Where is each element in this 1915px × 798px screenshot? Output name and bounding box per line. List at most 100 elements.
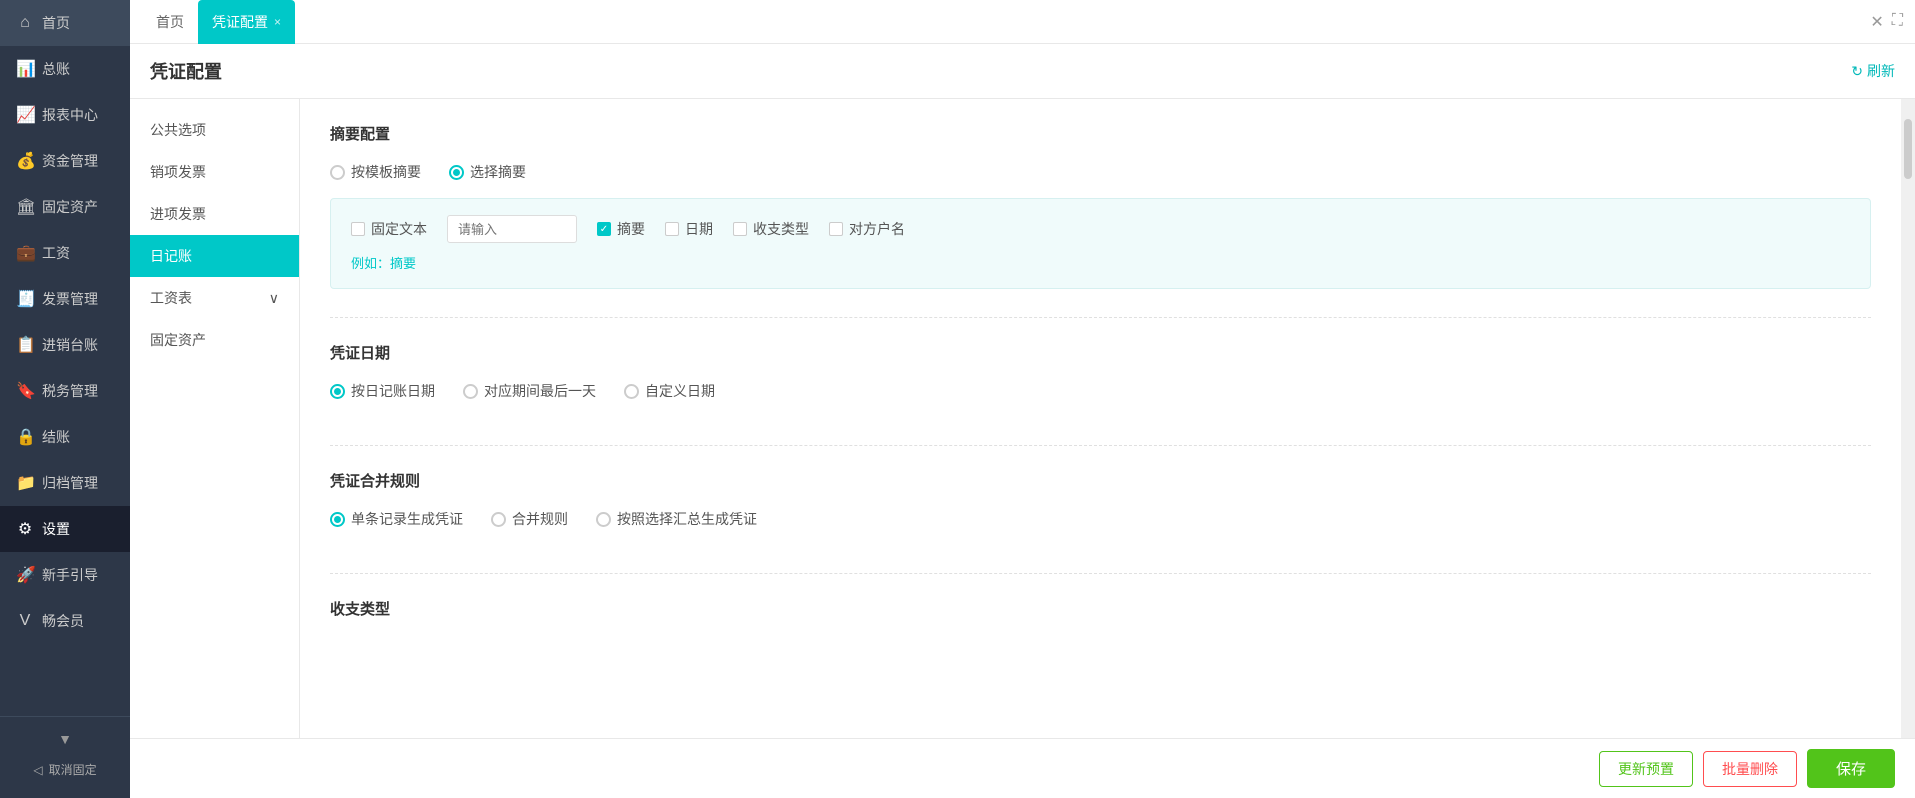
batch-delete-button[interactable]: 批量删除	[1703, 751, 1797, 787]
sidebar-item-salary[interactable]: 💼 工资	[0, 230, 130, 276]
custom-date-circle	[624, 384, 639, 399]
sidebar-label-closing: 结账	[42, 427, 70, 447]
sidebar-bottom: ▼ ◁ 取消固定	[0, 716, 130, 798]
assets-icon: 🏛	[16, 197, 34, 217]
tab-close-voucher-config[interactable]: ×	[274, 15, 281, 29]
salary-icon: 💼	[16, 243, 34, 263]
vip-icon: V	[16, 612, 34, 630]
update-preview-button[interactable]: 更新预置	[1599, 751, 1693, 787]
single-record-radio[interactable]: 单条记录生成凭证	[330, 509, 463, 529]
refresh-button[interactable]: ↻ 刷新	[1851, 61, 1895, 81]
left-nav-item-payroll[interactable]: 工资表∨	[130, 277, 299, 319]
single-record-circle	[330, 512, 345, 527]
fixed-text-box	[351, 222, 365, 236]
template-radio-circle	[330, 165, 345, 180]
sidebar-scroll-down[interactable]: ▼	[0, 727, 130, 751]
tab-home[interactable]: 首页	[142, 0, 198, 44]
income-type-checkbox[interactable]: 收支类型	[733, 219, 809, 239]
left-nav: 公共选项销项发票进项发票日记账工资表∨ 固定资产	[130, 99, 300, 738]
left-nav-label-journal: 日记账	[150, 246, 192, 266]
summary-radio-select[interactable]: 选择摘要	[449, 162, 526, 182]
counterpart-checkbox-label: 对方户名	[849, 219, 905, 239]
sidebar-item-closing[interactable]: 🔒 结账	[0, 414, 130, 460]
unpin-button[interactable]: ◁ 取消固定	[0, 751, 130, 788]
summary-section: 摘要配置 按模板摘要 选择摘要	[330, 123, 1871, 318]
sidebar-item-vip[interactable]: V 畅会员	[0, 598, 130, 644]
tab-label-voucher-config: 凭证配置	[212, 12, 268, 32]
left-nav-label-fixed-assets: 固定资产	[150, 330, 206, 350]
income-type-section-title: 收支类型	[330, 598, 1871, 619]
reports-icon: 📈	[16, 105, 34, 125]
left-nav-label-payroll: 工资表	[150, 288, 192, 308]
sidebar-item-invoice[interactable]: 🧾 发票管理	[0, 276, 130, 322]
merge-rule-label: 合并规则	[512, 509, 568, 529]
fixed-text-label: 固定文本	[371, 219, 427, 239]
left-nav-label-public: 公共选项	[150, 120, 206, 140]
guide-icon: 🚀	[16, 565, 34, 585]
template-radio-label: 按模板摘要	[351, 162, 421, 182]
refresh-icon: ↻	[1851, 63, 1863, 80]
summary-checkbox-label: 摘要	[617, 219, 645, 239]
tab-bar: 首页凭证配置 × ✕ ⛶	[130, 0, 1915, 44]
journal-date-label: 按日记账日期	[351, 381, 435, 401]
sidebar-label-archive: 归档管理	[42, 473, 98, 493]
sidebar-item-home[interactable]: ⌂ 首页	[0, 0, 130, 46]
select-radio-label: 选择摘要	[470, 162, 526, 182]
sidebar-item-guide[interactable]: 🚀 新手引导	[0, 552, 130, 598]
sidebar-item-settings[interactable]: ⚙ 设置	[0, 506, 130, 552]
counterpart-checkbox[interactable]: 对方户名	[829, 219, 905, 239]
scrollbar-track[interactable]	[1901, 99, 1915, 738]
scrollbar-thumb[interactable]	[1904, 119, 1912, 179]
save-button[interactable]: 保存	[1807, 749, 1895, 788]
merge-rule-radio[interactable]: 合并规则	[491, 509, 568, 529]
income-type-box	[733, 222, 747, 236]
main-area: 首页凭证配置 × ✕ ⛶ 凭证配置 ↻ 刷新 公共选项销项发票进项发票日记账工资表…	[130, 0, 1915, 798]
summary-radio-group: 按模板摘要 选择摘要	[330, 162, 1871, 182]
funds-icon: 💰	[16, 151, 34, 171]
sidebar-item-reports[interactable]: 📈 报表中心	[0, 92, 130, 138]
journal-date-radio[interactable]: 按日记账日期	[330, 381, 435, 401]
left-nav-item-purchase-invoice[interactable]: 进项发票	[130, 193, 299, 235]
summary-radio-template[interactable]: 按模板摘要	[330, 162, 421, 182]
tax-icon: 🔖	[16, 381, 34, 401]
last-day-radio[interactable]: 对应期间最后一天	[463, 381, 596, 401]
sidebar-item-tax[interactable]: 🔖 税务管理	[0, 368, 130, 414]
sidebar-item-ledger[interactable]: 📊 总账	[0, 46, 130, 92]
single-record-label: 单条记录生成凭证	[351, 509, 463, 529]
left-nav-label-sales-invoice: 销项发票	[150, 162, 206, 182]
date-checkbox[interactable]: 日期	[665, 219, 713, 239]
left-nav-item-public[interactable]: 公共选项	[130, 109, 299, 151]
summary-preview: 例如：摘要	[351, 253, 1850, 272]
body-layout: 公共选项销项发票进项发票日记账工资表∨ 固定资产 摘要配置 按模板摘要 选择摘要	[130, 99, 1915, 738]
summary-checkbox[interactable]: ✓ 摘要	[597, 219, 645, 239]
tab-voucher-config[interactable]: 凭证配置 ×	[198, 0, 295, 44]
left-nav-item-journal[interactable]: 日记账	[130, 235, 299, 277]
close-window-icon[interactable]: ✕	[1870, 12, 1883, 32]
fixed-text-checkbox[interactable]: 固定文本	[351, 219, 427, 239]
counterpart-box	[829, 222, 843, 236]
income-type-section: 收支类型	[330, 598, 1871, 665]
sidebar-item-reconcile[interactable]: 📋 进销台账	[0, 322, 130, 368]
select-radio-circle	[449, 165, 464, 180]
page-header: 凭证配置 ↻ 刷新	[130, 44, 1915, 99]
fullscreen-icon[interactable]: ⛶	[1892, 12, 1903, 32]
refresh-label: 刷新	[1867, 61, 1895, 81]
journal-date-circle	[330, 384, 345, 399]
select-merge-radio[interactable]: 按照选择汇总生成凭证	[596, 509, 757, 529]
right-content: 摘要配置 按模板摘要 选择摘要	[300, 99, 1901, 738]
sidebar-label-guide: 新手引导	[42, 565, 98, 585]
sidebar-item-assets[interactable]: 🏛 固定资产	[0, 184, 130, 230]
tab-bar-actions: ✕ ⛶	[1870, 12, 1903, 32]
sidebar-item-funds[interactable]: 💰 资金管理	[0, 138, 130, 184]
left-nav-item-fixed-assets[interactable]: 固定资产	[130, 319, 299, 361]
left-nav-item-sales-invoice[interactable]: 销项发票	[130, 151, 299, 193]
pin-icon: ◁	[33, 763, 42, 777]
fixed-text-input[interactable]	[447, 215, 577, 243]
sidebar-label-assets: 固定资产	[42, 197, 98, 217]
summary-checkbox-panel: 固定文本 ✓ 摘要 日期	[330, 198, 1871, 289]
sidebar-label-ledger: 总账	[42, 59, 70, 79]
sidebar-label-home: 首页	[42, 13, 70, 33]
custom-date-radio[interactable]: 自定义日期	[624, 381, 715, 401]
ledger-icon: 📊	[16, 59, 34, 79]
sidebar-item-archive[interactable]: 📁 归档管理	[0, 460, 130, 506]
